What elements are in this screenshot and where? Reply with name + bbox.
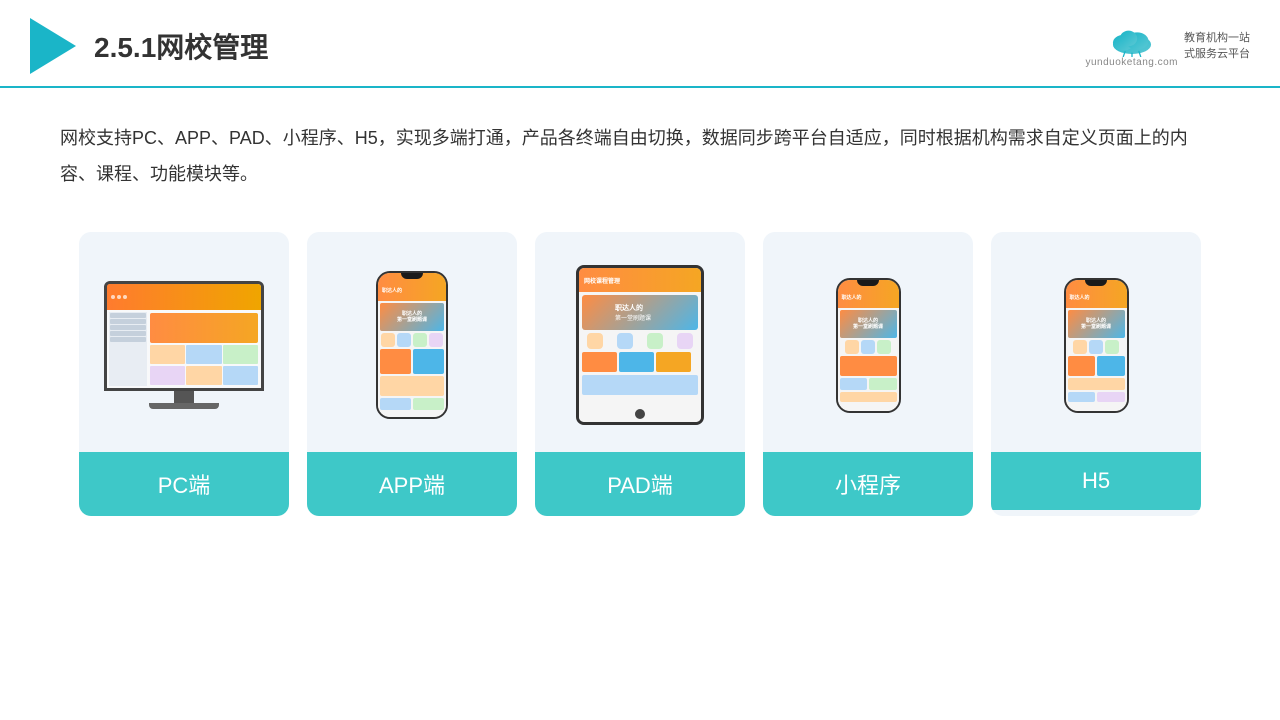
svg-text:第一堂刷题课: 第一堂刷题课: [615, 314, 651, 322]
card-pc-image: [79, 232, 289, 452]
cards-section: PC端 职达人的 职达人的第一堂刷题课: [0, 192, 1280, 516]
description-text: 网校支持PC、APP、PAD、小程序、H5，实现多端打通，产品各终端自由切换，数…: [0, 88, 1280, 192]
tablet-banner-graphic: 职达人的 第一堂刷题课: [610, 298, 670, 328]
card-app-image: 职达人的 职达人的第一堂刷题课: [307, 232, 517, 452]
header-left: 2.5.1网校管理: [30, 18, 268, 74]
card-pad: 网校课程管理 职达人的 第一堂刷题课: [535, 232, 745, 516]
cloud-icon-wrap: yunduoketang.com: [1085, 25, 1178, 68]
card-miniprogram-label: 小程序: [763, 452, 973, 516]
card-pc: PC端: [79, 232, 289, 516]
card-h5-label: H5: [991, 452, 1201, 510]
card-h5-image: 职达人的 职达人的第一堂刷题课: [991, 232, 1201, 452]
header-right: yunduoketang.com 教育机构一站 式服务云平台: [1085, 25, 1250, 68]
tablet-home-button: [635, 409, 645, 419]
svg-text:职达人的: 职达人的: [615, 303, 643, 312]
logo-triangle-icon: [30, 18, 76, 74]
card-app: 职达人的 职达人的第一堂刷题课: [307, 232, 517, 516]
pc-monitor-icon: [104, 281, 264, 409]
page-title: 2.5.1网校管理: [94, 26, 268, 66]
card-pad-image: 网校课程管理 职达人的 第一堂刷题课: [535, 232, 745, 452]
brand-url: yunduoketang.com: [1085, 57, 1178, 68]
card-h5: 职达人的 职达人的第一堂刷题课: [991, 232, 1201, 516]
brand-slogan: 教育机构一站 式服务云平台: [1184, 30, 1250, 63]
header: 2.5.1网校管理: [0, 0, 1280, 88]
card-pc-label: PC端: [79, 452, 289, 516]
brand-logo: yunduoketang.com 教育机构一站 式服务云平台: [1085, 25, 1250, 68]
tablet-pad-icon: 网校课程管理 职达人的 第一堂刷题课: [576, 265, 704, 425]
phone-h5-icon: 职达人的 职达人的第一堂刷题课: [1064, 278, 1129, 413]
phone-app-icon: 职达人的 职达人的第一堂刷题课: [376, 271, 448, 419]
card-miniprogram-image: 职达人的 职达人的第一堂刷题课: [763, 232, 973, 452]
card-app-label: APP端: [307, 452, 517, 516]
phone-miniprogram-icon: 职达人的 职达人的第一堂刷题课: [836, 278, 901, 413]
card-miniprogram: 职达人的 职达人的第一堂刷题课: [763, 232, 973, 516]
cloud-icon: [1106, 25, 1158, 57]
card-pad-label: PAD端: [535, 452, 745, 516]
